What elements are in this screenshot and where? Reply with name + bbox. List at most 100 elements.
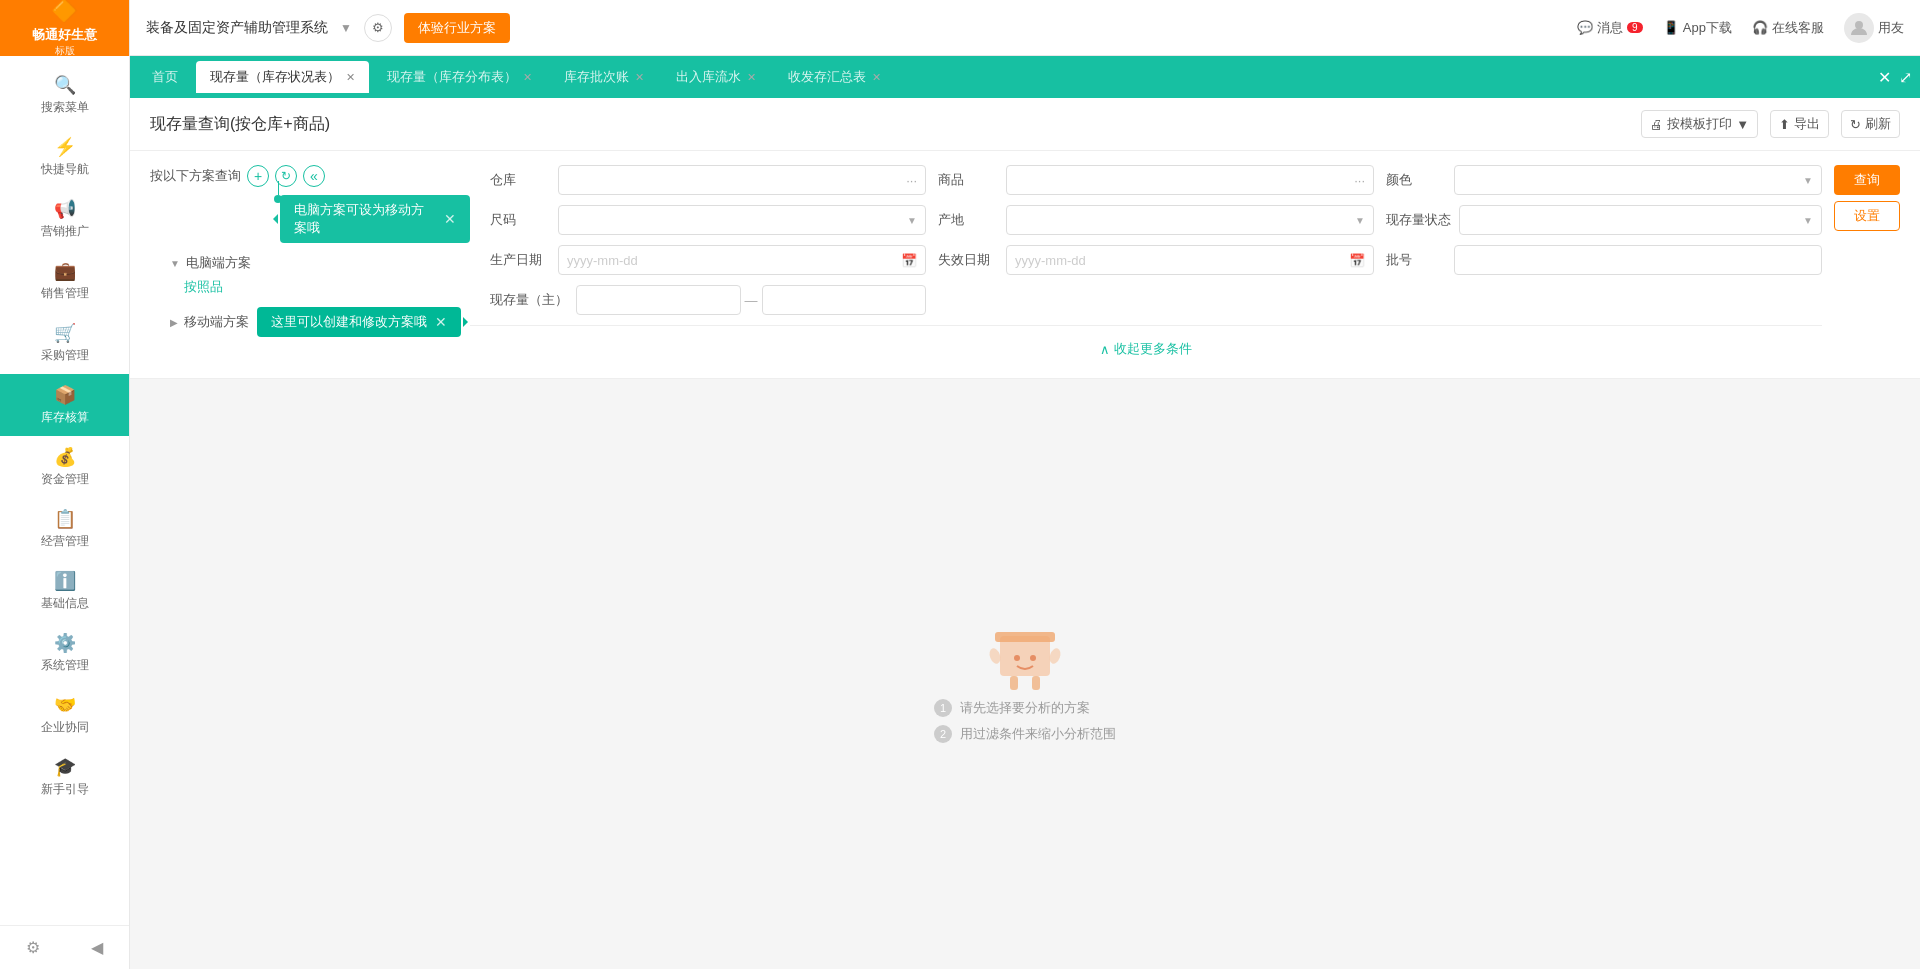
warehouse-label: 仓库 xyxy=(490,171,550,189)
sidebar-item-sales[interactable]: 💼 销售管理 xyxy=(0,250,129,312)
field-size: 尺码 ▼ xyxy=(490,205,926,235)
sidebar-item-marketing[interactable]: 📢 营销推广 xyxy=(0,188,129,250)
export-icon: ⬆ xyxy=(1779,117,1790,132)
sidebar-collapse-icon[interactable]: ◀ xyxy=(91,938,103,957)
sidebar: 🔶 畅通好生意 标版 🔍 搜索菜单 ⚡ 快捷导航 📢 营销推广 💼 销售管理 🛒… xyxy=(0,0,130,969)
tab-home[interactable]: 首页 xyxy=(138,61,192,93)
tooltip1-close[interactable]: ✕ xyxy=(444,211,456,227)
system-name: 装备及固定资产辅助管理系统 xyxy=(146,19,328,37)
filter-label: 按以下方案查询 xyxy=(150,167,241,185)
production-date-start[interactable]: yyyy-mm-dd 📅 xyxy=(558,245,926,275)
industry-solution-button[interactable]: 体验行业方案 xyxy=(404,13,510,43)
sidebar-settings-icon[interactable]: ⚙ xyxy=(26,938,40,957)
app-version: 标版 xyxy=(55,44,75,58)
sidebar-item-enterprise[interactable]: 🤝 企业协同 xyxy=(0,684,129,746)
system-dropdown-icon[interactable]: ▼ xyxy=(340,21,352,35)
tab-close-all-icon[interactable]: ✕ xyxy=(1878,68,1891,87)
origin-select-arrow: ▼ xyxy=(1355,215,1365,226)
sidebar-item-system[interactable]: ⚙️ 系统管理 xyxy=(0,622,129,684)
tab-in-out-flow[interactable]: 出入库流水 ✕ xyxy=(662,61,770,93)
print-template-button[interactable]: 🖨 按模板打印 ▼ xyxy=(1641,110,1758,138)
tab-summary[interactable]: 收发存汇总表 ✕ xyxy=(774,61,895,93)
settings-button[interactable]: ⚙ xyxy=(364,14,392,42)
tab-stock-status-close[interactable]: ✕ xyxy=(346,71,355,84)
scheme-mobile-header[interactable]: ▶ 移动端方案 xyxy=(170,310,249,334)
expiry-date-calendar-icon[interactable]: 📅 xyxy=(1349,253,1365,268)
quick-nav-icon: ⚡ xyxy=(54,136,76,158)
search-button[interactable]: 查询 xyxy=(1834,165,1900,195)
tab-summary-close[interactable]: ✕ xyxy=(872,71,881,84)
sidebar-item-guide[interactable]: 🎓 新手引导 xyxy=(0,746,129,808)
sidebar-item-basic-info[interactable]: ℹ️ 基础信息 xyxy=(0,560,129,622)
customer-service-label: 在线客服 xyxy=(1772,19,1824,37)
tab-batch-account[interactable]: 库存批次账 ✕ xyxy=(550,61,658,93)
scheme-mobile-label: 移动端方案 xyxy=(184,313,249,331)
messages-label: 消息 xyxy=(1597,19,1623,37)
filter-top: 按以下方案查询 + ↻ « 电脑方案可设为移动方案哦 xyxy=(150,165,1900,364)
user-item[interactable]: 用友 xyxy=(1844,13,1904,43)
product-dots: ··· xyxy=(1354,173,1365,188)
tab-summary-label: 收发存汇总表 xyxy=(788,68,866,86)
sidebar-item-purchase[interactable]: 🛒 采购管理 xyxy=(0,312,129,374)
app-download-label: App下载 xyxy=(1683,19,1732,37)
tab-stock-dist-close[interactable]: ✕ xyxy=(523,71,532,84)
tab-stock-dist[interactable]: 现存量（库存分布表） ✕ xyxy=(373,61,546,93)
expiry-date-input[interactable]: yyyy-mm-dd 📅 xyxy=(1006,245,1374,275)
batch-no-input[interactable] xyxy=(1454,245,1822,275)
stock-status-arrow: ▼ xyxy=(1803,215,1813,226)
scheme-desktop-label: 电脑端方案 xyxy=(186,254,251,272)
empty-step-2: 2 用过滤条件来缩小分析范围 xyxy=(934,725,1116,743)
field-product: 商品 ··· xyxy=(938,165,1374,195)
qty-range: — xyxy=(576,285,926,315)
sidebar-item-quick-nav[interactable]: ⚡ 快捷导航 xyxy=(0,126,129,188)
customer-service-item[interactable]: 🎧 在线客服 xyxy=(1752,19,1824,37)
tooltip1[interactable]: 电脑方案可设为移动方案哦 ✕ xyxy=(280,195,470,243)
field-origin: 产地 ▼ xyxy=(938,205,1374,235)
tab-fullscreen-icon[interactable]: ⤢ xyxy=(1899,68,1912,87)
app-download-item[interactable]: 📱 App下载 xyxy=(1663,19,1732,37)
sidebar-item-inventory[interactable]: 📦 库存核算 xyxy=(0,374,129,436)
tooltip2[interactable]: 这里可以创建和修改方案哦 ✕ xyxy=(257,307,461,337)
qty-range-start[interactable] xyxy=(576,285,741,315)
refresh-button[interactable]: ↻ 刷新 xyxy=(1841,110,1900,138)
app-logo: 🔶 畅通好生意 标版 xyxy=(0,0,129,56)
add-scheme-button[interactable]: + xyxy=(247,165,269,187)
production-date-label: 生产日期 xyxy=(490,251,550,269)
color-select[interactable]: ▼ xyxy=(1454,165,1822,195)
svg-rect-2 xyxy=(995,632,1055,642)
collapse-row: ∧ 收起更多条件 xyxy=(470,325,1822,364)
reset-button[interactable]: 设置 xyxy=(1834,201,1900,231)
origin-select[interactable]: ▼ xyxy=(1006,205,1374,235)
sidebar-item-search[interactable]: 🔍 搜索菜单 xyxy=(0,64,129,126)
top-header: 装备及固定资产辅助管理系统 ▼ ⚙ 体验行业方案 💬 消息 9 📱 App下载 … xyxy=(130,0,1920,56)
stock-status-select[interactable]: ▼ xyxy=(1459,205,1822,235)
messages-item[interactable]: 💬 消息 9 xyxy=(1577,19,1643,37)
filter-header-row: 按以下方案查询 + ↻ « xyxy=(150,165,470,187)
export-button[interactable]: ⬆ 导出 xyxy=(1770,110,1829,138)
tab-batch-account-close[interactable]: ✕ xyxy=(635,71,644,84)
back-scheme-button[interactable]: « xyxy=(303,165,325,187)
scheme-desktop-header[interactable]: ▼ 电脑端方案 xyxy=(170,251,470,275)
qty-range-end[interactable] xyxy=(762,285,927,315)
scheme-item-photo[interactable]: 按照品 xyxy=(184,275,470,299)
scheme-desktop-items: 按照品 xyxy=(170,275,470,299)
tab-stock-status[interactable]: 现存量（库存状况表） ✕ xyxy=(196,61,369,93)
tab-in-out-flow-close[interactable]: ✕ xyxy=(747,71,756,84)
production-date-calendar-icon[interactable]: 📅 xyxy=(901,253,917,268)
filter-row-4: 现存量（主） — xyxy=(470,285,1822,315)
sidebar-item-operation[interactable]: 📋 经营管理 xyxy=(0,498,129,560)
collapse-button[interactable]: ∧ 收起更多条件 xyxy=(1100,334,1192,364)
warehouse-select[interactable]: ··· xyxy=(558,165,926,195)
color-select-arrow: ▼ xyxy=(1803,175,1813,186)
step-2-num: 2 xyxy=(934,725,952,743)
product-select[interactable]: ··· xyxy=(1006,165,1374,195)
size-select[interactable]: ▼ xyxy=(558,205,926,235)
search-icon: 🔍 xyxy=(54,74,76,96)
tooltip2-close[interactable]: ✕ xyxy=(435,314,447,330)
page-actions: 🖨 按模板打印 ▼ ⬆ 导出 ↻ 刷新 xyxy=(1641,110,1900,138)
refresh-icon: ↻ xyxy=(1850,117,1861,132)
qty-range-separator: — xyxy=(745,293,758,308)
filter-section: 按以下方案查询 + ↻ « 电脑方案可设为移动方案哦 xyxy=(130,151,1920,379)
page-content: 现存量查询(按仓库+商品) 🖨 按模板打印 ▼ ⬆ 导出 ↻ 刷新 xyxy=(130,98,1920,969)
sidebar-item-finance[interactable]: 💰 资金管理 xyxy=(0,436,129,498)
